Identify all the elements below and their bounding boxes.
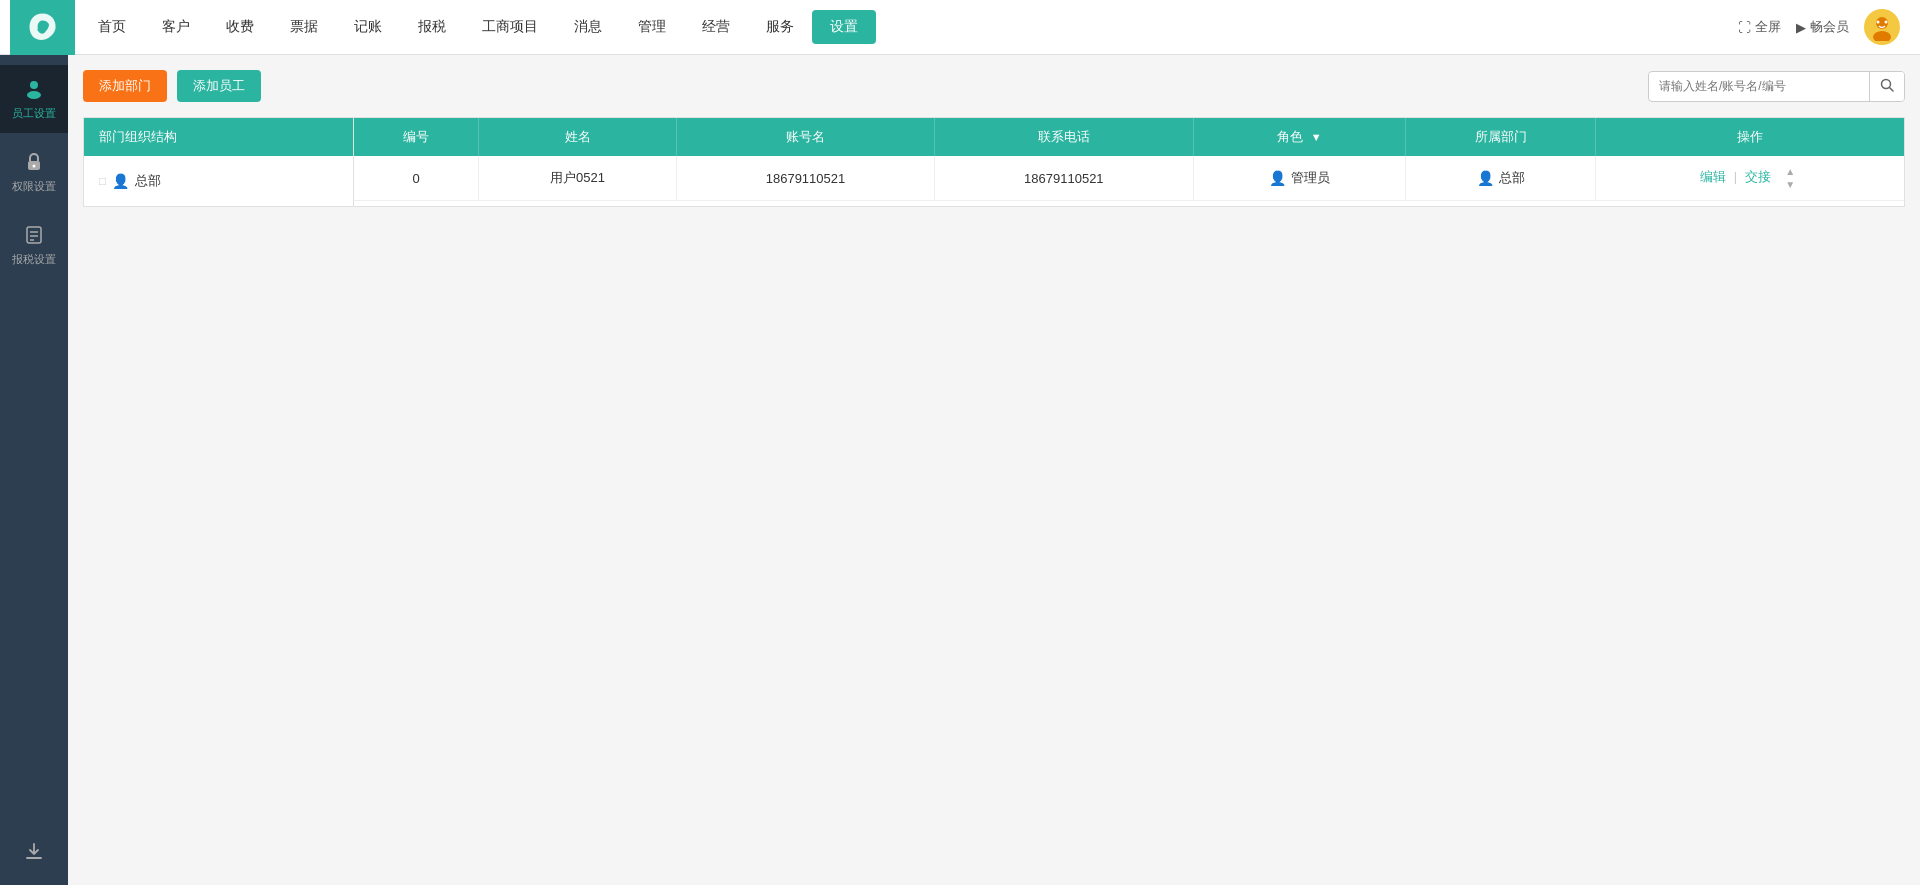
nav-business[interactable]: 工商项目 [464, 0, 556, 54]
table-row: 0 用户0521 18679110521 18679110521 👤 管理员 [354, 156, 1904, 201]
cell-id: 0 [354, 156, 479, 201]
svg-point-1 [1873, 31, 1891, 41]
toolbar: 添加部门 添加员工 [83, 70, 1905, 102]
nav-manage[interactable]: 管理 [620, 0, 684, 54]
svg-point-3 [1885, 21, 1888, 24]
user-group-icon: 👤 [112, 173, 129, 189]
nav-settings[interactable]: 设置 [812, 10, 876, 44]
col-account: 账号名 [676, 118, 934, 156]
tree-item-root[interactable]: □ 👤 总部 [94, 166, 343, 196]
download-icon [22, 839, 46, 863]
logo [10, 0, 75, 55]
nav-customer[interactable]: 客户 [144, 0, 208, 54]
nav-tax[interactable]: 报税 [400, 0, 464, 54]
nav-fee[interactable]: 收费 [208, 0, 272, 54]
table-header-row: 编号 姓名 账号名 联系电话 角色 ▼ 所属部门 操作 [354, 118, 1904, 156]
sidebar-item-permission[interactable]: 权限设置 [0, 138, 68, 206]
cell-account: 18679110521 [676, 156, 934, 201]
col-name: 姓名 [479, 118, 677, 156]
tree-item-label: 总部 [135, 172, 161, 190]
main-layout: 员工设置 权限设置 报税设置 [0, 55, 1920, 885]
svg-point-4 [30, 81, 38, 89]
person-icon [22, 77, 46, 101]
content-area: 添加部门 添加员工 部门组织结构 □ 👤 [68, 55, 1920, 885]
tree-header: 部门组织结构 [84, 118, 353, 156]
tree-content: □ 👤 总部 [84, 156, 353, 206]
nav-items: 首页 客户 收费 票据 记账 报税 工商项目 消息 管理 经营 服务 设置 [80, 0, 1738, 54]
col-role: 角色 ▼ [1193, 118, 1406, 156]
sidebar-item-taxsettings[interactable]: 报税设置 [0, 211, 68, 279]
member-btn[interactable]: ▶ 畅会员 [1796, 18, 1849, 36]
sidebar-item-download[interactable] [0, 827, 68, 875]
add-emp-button[interactable]: 添加员工 [177, 70, 261, 102]
svg-point-2 [1877, 21, 1880, 24]
report-icon [22, 223, 46, 247]
scroll-arrows: ▲ ▼ [1780, 166, 1800, 190]
nav-operation[interactable]: 经营 [684, 0, 748, 54]
tree-panel: 部门组织结构 □ 👤 总部 [84, 118, 354, 206]
video-icon: ▶ [1796, 20, 1806, 35]
lock-icon [22, 150, 46, 174]
search-box [1648, 71, 1905, 102]
nav-home[interactable]: 首页 [80, 0, 144, 54]
svg-point-5 [27, 91, 41, 99]
col-action: 操作 [1596, 118, 1904, 156]
role-user-icon: 👤 [1269, 170, 1286, 186]
fullscreen-btn[interactable]: ⛶ 全屏 [1738, 18, 1781, 36]
sidebar-bottom [0, 827, 68, 875]
nav-service[interactable]: 服务 [748, 0, 812, 54]
top-nav: 首页 客户 收费 票据 记账 报税 工商项目 消息 管理 经营 服务 设置 ⛶ … [0, 0, 1920, 55]
table-panel: 编号 姓名 账号名 联系电话 角色 ▼ 所属部门 操作 [354, 118, 1904, 206]
cell-dept: 👤 总部 [1406, 156, 1596, 201]
svg-point-7 [33, 165, 36, 168]
cell-name: 用户0521 [479, 156, 677, 201]
cell-actions: 编辑 | 交接 ▲ ▼ [1596, 156, 1904, 201]
sidebar-item-employee[interactable]: 员工设置 [0, 65, 68, 133]
search-icon [1880, 78, 1894, 92]
cell-role: 👤 管理员 [1193, 156, 1406, 201]
search-input[interactable] [1649, 73, 1869, 99]
nav-account[interactable]: 记账 [336, 0, 400, 54]
cell-phone: 18679110521 [935, 156, 1193, 201]
edit-action[interactable]: 编辑 [1700, 169, 1726, 184]
nav-bill[interactable]: 票据 [272, 0, 336, 54]
sidebar: 员工设置 权限设置 报税设置 [0, 55, 68, 885]
dept-user-icon: 👤 [1477, 170, 1494, 186]
transfer-action[interactable]: 交接 [1745, 169, 1771, 184]
col-phone: 联系电话 [935, 118, 1193, 156]
fullscreen-icon: ⛶ [1738, 20, 1751, 35]
col-id: 编号 [354, 118, 479, 156]
avatar[interactable] [1864, 9, 1900, 45]
nav-right: ⛶ 全屏 ▶ 畅会员 [1738, 9, 1900, 45]
col-dept: 所属部门 [1406, 118, 1596, 156]
filter-icon[interactable]: ▼ [1311, 131, 1322, 143]
employee-table: 编号 姓名 账号名 联系电话 角色 ▼ 所属部门 操作 [354, 118, 1904, 201]
svg-line-14 [1890, 87, 1894, 91]
search-button[interactable] [1869, 72, 1904, 101]
split-panel: 部门组织结构 □ 👤 总部 编号 姓名 账号名 [83, 117, 1905, 207]
add-dept-button[interactable]: 添加部门 [83, 70, 167, 102]
file-icon: □ [99, 174, 106, 188]
nav-message[interactable]: 消息 [556, 0, 620, 54]
